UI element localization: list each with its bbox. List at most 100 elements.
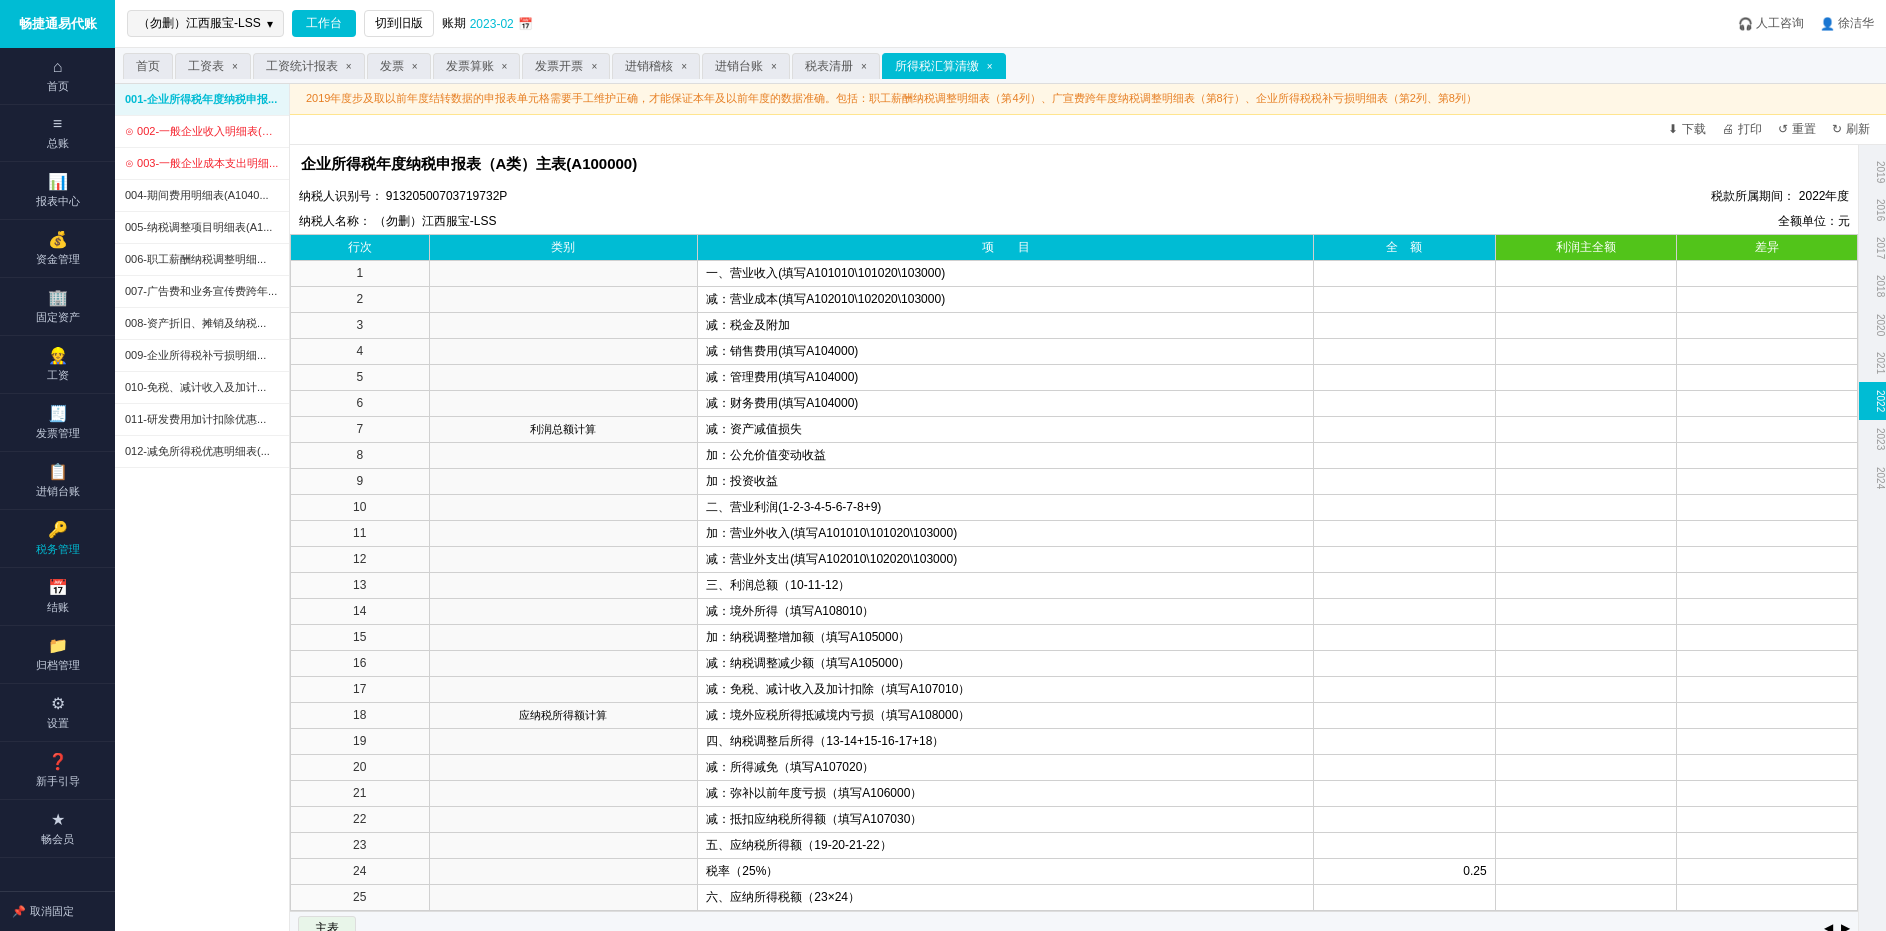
sidebar-item-purchase-sales[interactable]: 📋 进销台账 — [0, 452, 115, 510]
chay-cell[interactable] — [1676, 494, 1857, 520]
chay-cell[interactable] — [1676, 624, 1857, 650]
chay-cell[interactable] — [1676, 312, 1857, 338]
sidebar-item-archive[interactable]: 📁 归档管理 — [0, 626, 115, 684]
chay-cell[interactable] — [1676, 468, 1857, 494]
chay-cell[interactable] — [1676, 702, 1857, 728]
form-list-item-005[interactable]: 005-纳税调整项目明细表(A1... — [115, 212, 289, 244]
tab-close-purchase-ledger[interactable]: × — [771, 61, 777, 72]
quan-cell[interactable] — [1314, 598, 1495, 624]
tab-audit[interactable]: 进销稽核 × — [612, 53, 700, 79]
chay-cell[interactable] — [1676, 676, 1857, 702]
chay-cell[interactable] — [1676, 260, 1857, 286]
quan-cell[interactable] — [1314, 286, 1495, 312]
chay-cell[interactable] — [1676, 364, 1857, 390]
sidebar-item-finance[interactable]: 💰 资金管理 — [0, 220, 115, 278]
chay-cell[interactable] — [1676, 598, 1857, 624]
lirun-cell[interactable] — [1495, 780, 1676, 806]
calendar-icon[interactable]: 📅 — [518, 17, 533, 31]
tab-close-invoice[interactable]: × — [412, 61, 418, 72]
lirun-cell[interactable] — [1495, 858, 1676, 884]
lirun-cell[interactable] — [1495, 312, 1676, 338]
lirun-cell[interactable] — [1495, 624, 1676, 650]
chay-cell[interactable] — [1676, 338, 1857, 364]
chay-cell[interactable] — [1676, 442, 1857, 468]
lirun-cell[interactable] — [1495, 572, 1676, 598]
chay-cell[interactable] — [1676, 390, 1857, 416]
print-button[interactable]: 🖨 打印 — [1722, 121, 1762, 138]
form-list-item-001[interactable]: 001-企业所得税年度纳税申报... — [115, 84, 289, 116]
chay-cell[interactable] — [1676, 832, 1857, 858]
quan-cell[interactable] — [1314, 364, 1495, 390]
tab-close-tax-schedule[interactable]: × — [861, 61, 867, 72]
year-2021[interactable]: 2021 — [1859, 344, 1886, 382]
chay-cell[interactable] — [1676, 754, 1857, 780]
download-button[interactable]: ⬇ 下载 — [1668, 121, 1706, 138]
lirun-cell[interactable] — [1495, 650, 1676, 676]
quan-cell[interactable] — [1314, 338, 1495, 364]
lirun-cell[interactable] — [1495, 754, 1676, 780]
year-2023[interactable]: 2023 — [1859, 420, 1886, 458]
year-2018[interactable]: 2018 — [1859, 267, 1886, 305]
form-list-item-002[interactable]: ⊙ 002-一般企业收入明细表(A1... — [115, 116, 289, 148]
lirun-cell[interactable] — [1495, 390, 1676, 416]
quan-cell[interactable] — [1314, 702, 1495, 728]
tab-tax-schedule[interactable]: 税表清册 × — [792, 53, 880, 79]
sidebar-item-member[interactable]: ★ 畅会员 — [0, 800, 115, 858]
quan-cell[interactable] — [1314, 754, 1495, 780]
lirun-cell[interactable] — [1495, 676, 1676, 702]
quan-cell[interactable] — [1314, 832, 1495, 858]
quan-cell[interactable] — [1314, 390, 1495, 416]
form-list-item-010[interactable]: 010-免税、减计收入及加计... — [115, 372, 289, 404]
lirun-cell[interactable] — [1495, 832, 1676, 858]
sidebar-item-ledger[interactable]: ≡ 总账 — [0, 105, 115, 162]
quan-cell[interactable] — [1314, 520, 1495, 546]
quan-cell[interactable] — [1314, 650, 1495, 676]
lirun-cell[interactable] — [1495, 364, 1676, 390]
quan-cell[interactable] — [1314, 312, 1495, 338]
tab-invoice-open[interactable]: 发票开票 × — [522, 53, 610, 79]
year-2020[interactable]: 2020 — [1859, 306, 1886, 344]
form-list-item-012[interactable]: 012-减免所得税优惠明细表(... — [115, 436, 289, 468]
quan-cell[interactable] — [1314, 546, 1495, 572]
sidebar-item-home[interactable]: ⌂ 首页 — [0, 48, 115, 105]
tab-close-invoice-open[interactable]: × — [591, 61, 597, 72]
lirun-cell[interactable] — [1495, 286, 1676, 312]
tab-payroll-stats[interactable]: 工资统计报表 × — [253, 53, 365, 79]
quan-cell[interactable] — [1314, 676, 1495, 702]
form-list-item-008[interactable]: 008-资产折旧、摊销及纳税... — [115, 308, 289, 340]
lirun-cell[interactable] — [1495, 702, 1676, 728]
tab-payroll[interactable]: 工资表 × — [175, 53, 251, 79]
sidebar-item-settings[interactable]: ⚙ 设置 — [0, 684, 115, 742]
tab-close-income-tax[interactable]: × — [987, 61, 993, 72]
chay-cell[interactable] — [1676, 520, 1857, 546]
year-2024[interactable]: 2024 — [1859, 459, 1886, 497]
year-2017[interactable]: 2017 — [1859, 229, 1886, 267]
user-profile[interactable]: 👤 徐洁华 — [1820, 15, 1874, 32]
quan-cell[interactable] — [1314, 442, 1495, 468]
quan-cell[interactable] — [1314, 780, 1495, 806]
chay-cell[interactable] — [1676, 572, 1857, 598]
workbench-button[interactable]: 工作台 — [292, 10, 356, 37]
quan-cell[interactable] — [1314, 416, 1495, 442]
lirun-cell[interactable] — [1495, 546, 1676, 572]
form-list-item-003[interactable]: ⊙ 003-一般企业成本支出明细... — [115, 148, 289, 180]
bottom-tab-main[interactable]: 主表 — [298, 916, 356, 931]
chay-cell[interactable] — [1676, 780, 1857, 806]
lirun-cell[interactable] — [1495, 728, 1676, 754]
form-list-item-006[interactable]: 006-职工薪酬纳税调整明细... — [115, 244, 289, 276]
quan-cell[interactable] — [1314, 260, 1495, 286]
quan-cell[interactable] — [1314, 468, 1495, 494]
tab-invoice-calc[interactable]: 发票算账 × — [433, 53, 521, 79]
tab-income-tax[interactable]: 所得税汇算清缴 × — [882, 53, 1006, 79]
tab-purchase-ledger[interactable]: 进销台账 × — [702, 53, 790, 79]
ai-consult-button[interactable]: 🎧 人工咨询 — [1738, 15, 1804, 32]
company-selector[interactable]: （勿删）江西服宝-LSS ▾ — [127, 10, 284, 37]
quan-cell[interactable] — [1314, 884, 1495, 910]
lirun-cell[interactable] — [1495, 884, 1676, 910]
lirun-cell[interactable] — [1495, 520, 1676, 546]
tab-home[interactable]: 首页 — [123, 53, 173, 79]
sidebar-item-reports[interactable]: 📊 报表中心 — [0, 162, 115, 220]
sidebar-item-payroll[interactable]: 👷 工资 — [0, 336, 115, 394]
form-list-item-009[interactable]: 009-企业所得税补亏损明细... — [115, 340, 289, 372]
quan-cell[interactable] — [1314, 806, 1495, 832]
